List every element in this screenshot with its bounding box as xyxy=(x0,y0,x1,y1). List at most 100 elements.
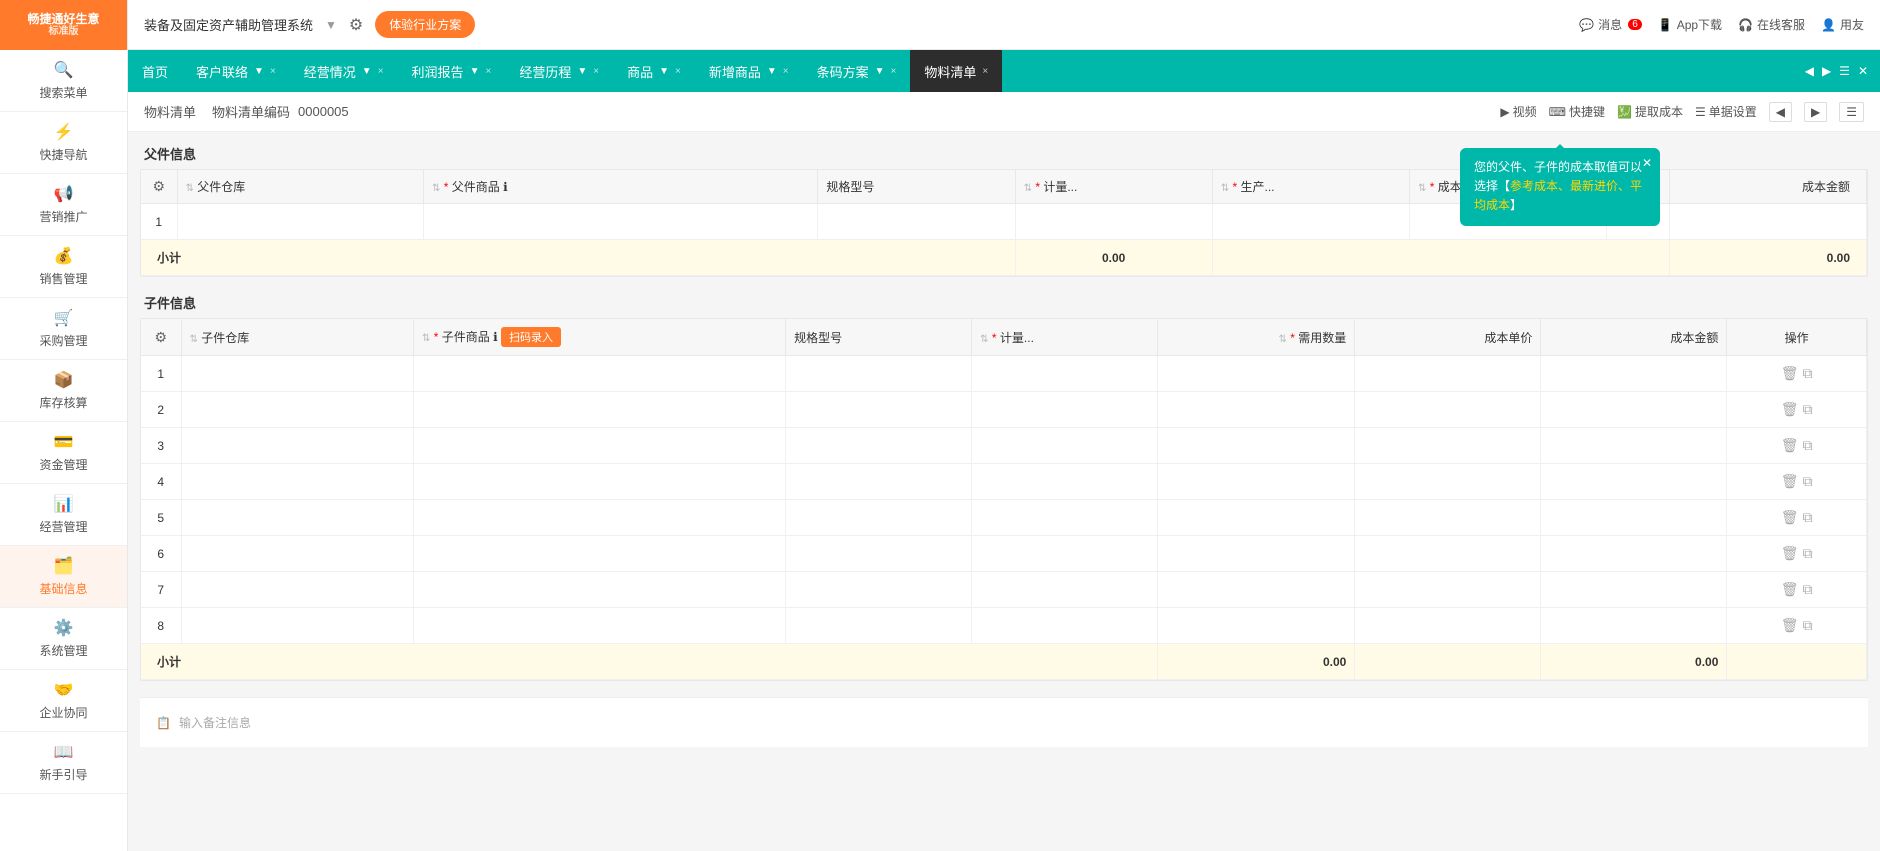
child-row-1-spec[interactable] xyxy=(786,356,972,392)
child-row-1-unit[interactable] xyxy=(972,356,1158,392)
child-row-1-qty[interactable] xyxy=(1158,356,1355,392)
child-row-3-unitcost[interactable] xyxy=(1355,428,1541,464)
copy-icon[interactable]: ⧉ xyxy=(1803,509,1813,526)
tab-close-icon[interactable]: × xyxy=(378,66,384,77)
sidebar-item-basic[interactable]: 🗂️ 基础信息 xyxy=(0,546,127,608)
settings-gear-icon[interactable]: ⚙ xyxy=(152,178,165,194)
tab-bom[interactable]: 物料清单 × xyxy=(910,50,1002,92)
child-row-7-product[interactable] xyxy=(414,572,786,608)
online-service-button[interactable]: 🎧 在线客服 xyxy=(1738,16,1805,33)
child-row-2-product[interactable] xyxy=(414,392,786,428)
child-row-6-warehouse[interactable] xyxy=(181,536,414,572)
tab-close-icon[interactable]: × xyxy=(891,66,897,77)
child-row-5-unitcost[interactable] xyxy=(1355,500,1541,536)
tab-next-icon[interactable]: ▶ xyxy=(1818,64,1835,78)
gear-settings-icon[interactable]: ⚙ xyxy=(349,15,363,35)
copy-icon[interactable]: ⧉ xyxy=(1803,365,1813,382)
delete-icon[interactable]: 🗑 xyxy=(1781,365,1799,382)
delete-icon[interactable]: 🗑 xyxy=(1781,581,1799,598)
parent-row-warehouse[interactable] xyxy=(177,204,424,240)
child-row-3-unit[interactable] xyxy=(972,428,1158,464)
tab-close-icon[interactable]: × xyxy=(675,66,681,77)
child-row-5-spec[interactable] xyxy=(786,500,972,536)
sidebar-item-finance[interactable]: 💳 资金管理 xyxy=(0,422,127,484)
child-row-2-warehouse[interactable] xyxy=(181,392,414,428)
nav-prev-button[interactable]: ◀ xyxy=(1769,102,1792,122)
single-settings-button[interactable]: ☰ 单据设置 xyxy=(1695,103,1757,120)
list-view-button[interactable]: ☰ xyxy=(1839,102,1864,122)
tab-close-icon[interactable]: × xyxy=(270,66,276,77)
child-row-4-product[interactable] xyxy=(414,464,786,500)
child-row-2-unitcost[interactable] xyxy=(1355,392,1541,428)
extract-cost-button[interactable]: 💹 提取成本 xyxy=(1617,103,1683,120)
copy-icon[interactable]: ⧉ xyxy=(1803,437,1813,454)
child-row-4-warehouse[interactable] xyxy=(181,464,414,500)
child-row-6-unit[interactable] xyxy=(972,536,1158,572)
child-row-5-product[interactable] xyxy=(414,500,786,536)
child-row-3-spec[interactable] xyxy=(786,428,972,464)
tab-prev-icon[interactable]: ◀ xyxy=(1801,64,1818,78)
parent-row-unit[interactable] xyxy=(1015,204,1212,240)
child-row-4-spec[interactable] xyxy=(786,464,972,500)
tooltip-close-button[interactable]: ✕ xyxy=(1642,154,1652,173)
child-row-8-qty[interactable] xyxy=(1158,608,1355,644)
parent-row-product[interactable] xyxy=(424,204,818,240)
delete-icon[interactable]: 🗑 xyxy=(1781,473,1799,490)
breadcrumb-bom[interactable]: 物料清单 xyxy=(144,102,196,121)
user-menu-button[interactable]: 👤 用友 xyxy=(1821,16,1864,33)
child-row-2-unit[interactable] xyxy=(972,392,1158,428)
child-row-7-spec[interactable] xyxy=(786,572,972,608)
child-settings-gear-icon[interactable]: ⚙ xyxy=(154,329,167,345)
delete-icon[interactable]: 🗑 xyxy=(1781,401,1799,418)
copy-icon[interactable]: ⧉ xyxy=(1803,617,1813,634)
child-row-4-unit[interactable] xyxy=(972,464,1158,500)
trial-button[interactable]: 体验行业方案 xyxy=(375,11,475,38)
tab-close-icon[interactable]: × xyxy=(783,66,789,77)
copy-icon[interactable]: ⧉ xyxy=(1803,401,1813,418)
child-row-4-qty[interactable] xyxy=(1158,464,1355,500)
tab-menu-icon[interactable]: ☰ xyxy=(1835,64,1854,78)
child-row-6-qty[interactable] xyxy=(1158,536,1355,572)
child-row-5-unit[interactable] xyxy=(972,500,1158,536)
child-row-4-unitcost[interactable] xyxy=(1355,464,1541,500)
child-row-1-warehouse[interactable] xyxy=(181,356,414,392)
child-row-8-unit[interactable] xyxy=(972,608,1158,644)
delete-icon[interactable]: 🗑 xyxy=(1781,617,1799,634)
nav-next-button[interactable]: ▶ xyxy=(1804,102,1827,122)
copy-icon[interactable]: ⧉ xyxy=(1803,581,1813,598)
notes-placeholder[interactable]: 输入备注信息 xyxy=(179,714,251,731)
child-row-8-warehouse[interactable] xyxy=(181,608,414,644)
child-row-2-qty[interactable] xyxy=(1158,392,1355,428)
tab-barcode[interactable]: 条码方案 ▼ × xyxy=(803,50,911,92)
child-row-3-warehouse[interactable] xyxy=(181,428,414,464)
sidebar-item-guide[interactable]: 📖 新手引导 xyxy=(0,732,127,794)
child-row-3-product[interactable] xyxy=(414,428,786,464)
message-button[interactable]: 💬 消息 6 xyxy=(1579,16,1642,33)
tab-profit[interactable]: 利润报告 ▼ × xyxy=(398,50,506,92)
tab-new-goods[interactable]: 新增商品 ▼ × xyxy=(695,50,803,92)
parent-row-spec[interactable] xyxy=(818,204,1015,240)
dropdown-arrow-icon[interactable]: ▼ xyxy=(325,18,337,32)
tab-close-icon[interactable]: × xyxy=(485,66,491,77)
sidebar-item-inventory[interactable]: 📦 库存核算 xyxy=(0,360,127,422)
tab-history[interactable]: 经营历程 ▼ × xyxy=(505,50,613,92)
scan-button[interactable]: 扫码录入 xyxy=(501,327,561,347)
delete-icon[interactable]: 🗑 xyxy=(1781,509,1799,526)
child-row-7-unitcost[interactable] xyxy=(1355,572,1541,608)
sidebar-item-quicknav[interactable]: ⚡ 快捷导航 xyxy=(0,112,127,174)
parent-row-produce[interactable] xyxy=(1212,204,1409,240)
delete-icon[interactable]: 🗑 xyxy=(1781,545,1799,562)
child-row-5-qty[interactable] xyxy=(1158,500,1355,536)
sidebar-item-operations[interactable]: 📊 经营管理 xyxy=(0,484,127,546)
child-row-2-spec[interactable] xyxy=(786,392,972,428)
tab-customer[interactable]: 客户联络 ▼ × xyxy=(182,50,290,92)
child-row-5-warehouse[interactable] xyxy=(181,500,414,536)
tab-close-all-icon[interactable]: ✕ xyxy=(1854,64,1872,78)
tab-close-icon[interactable]: × xyxy=(593,66,599,77)
shortcut-button[interactable]: ⌨ 快捷键 xyxy=(1549,103,1605,120)
tab-home[interactable]: 首页 xyxy=(128,50,182,92)
child-row-6-spec[interactable] xyxy=(786,536,972,572)
child-row-7-warehouse[interactable] xyxy=(181,572,414,608)
child-row-1-unitcost[interactable] xyxy=(1355,356,1541,392)
tab-bom-close-icon[interactable]: × xyxy=(982,66,988,77)
